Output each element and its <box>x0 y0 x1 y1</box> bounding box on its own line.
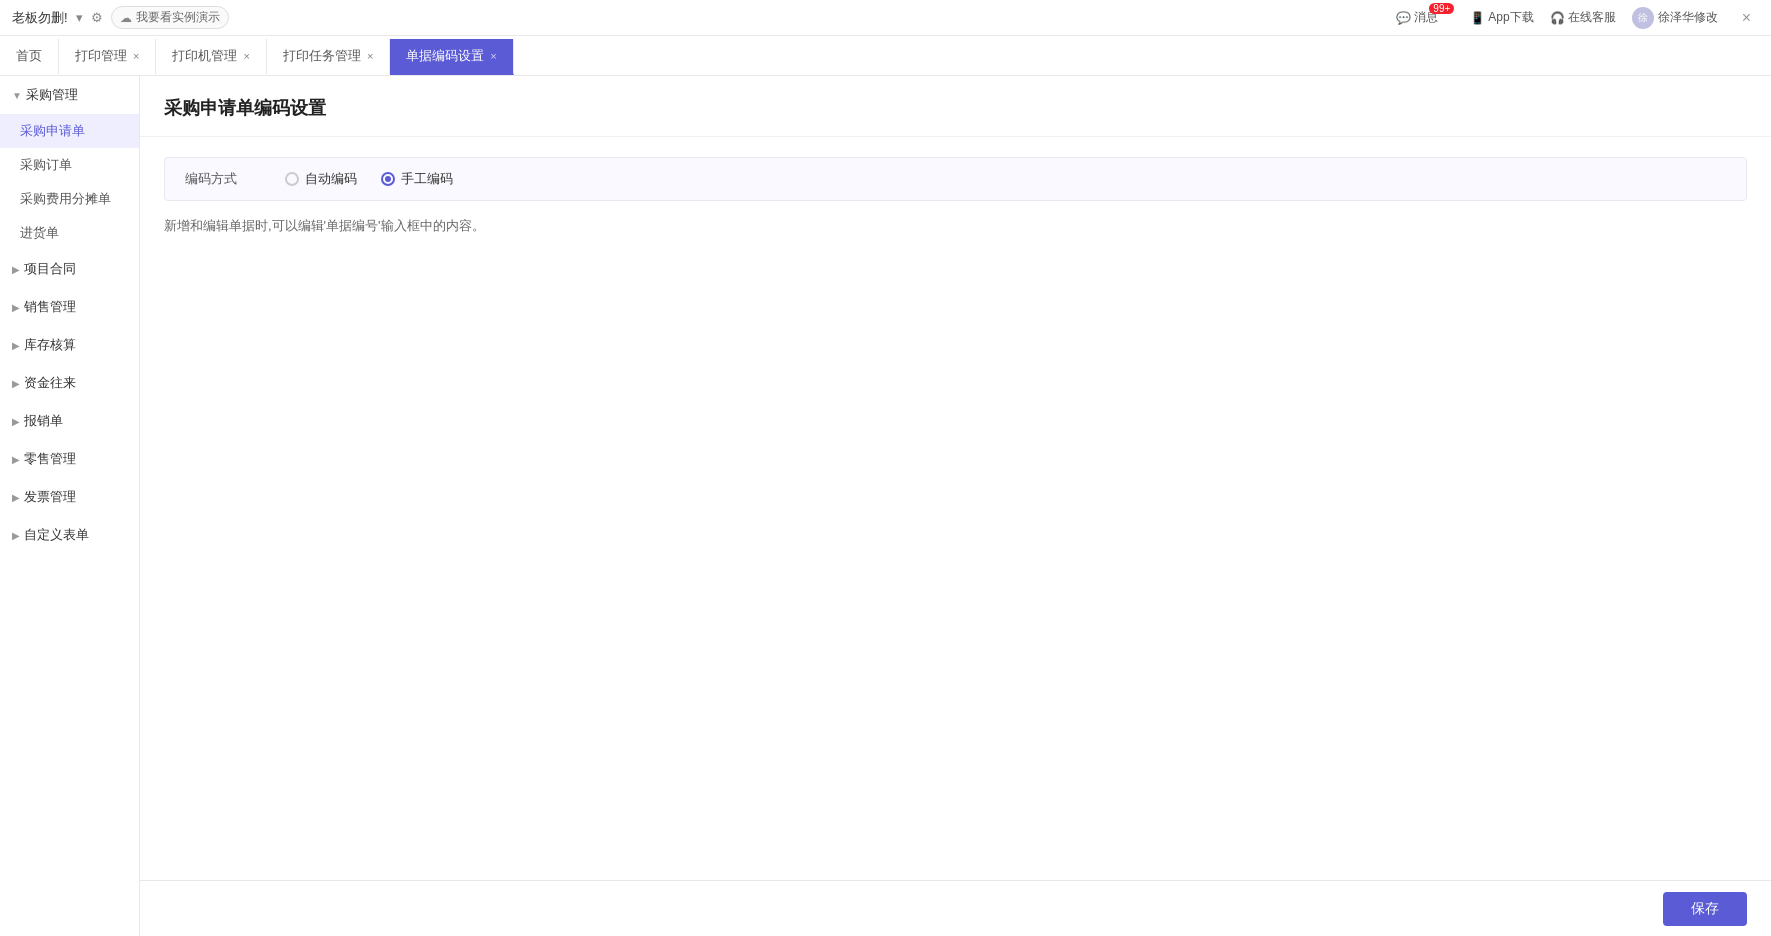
sidebar-group-invoice-mgmt: 发票管理 <box>0 478 139 516</box>
sidebar-group-title-inventory-calc[interactable]: 库存核算 <box>0 326 139 364</box>
tab-print-task-mgmt-label: 打印任务管理 <box>283 47 361 65</box>
tab-printer-mgmt-close[interactable]: × <box>243 50 249 62</box>
brand-label: 老板勿删! <box>12 9 68 27</box>
sidebar-group-title-custom-forms[interactable]: 自定义表单 <box>0 516 139 554</box>
invoice-mgmt-arrow <box>12 492 20 503</box>
sales-mgmt-label: 销售管理 <box>24 298 76 316</box>
project-contract-label: 项目合同 <box>24 260 76 278</box>
sidebar-group-inventory-calc: 库存核算 <box>0 326 139 364</box>
online-service-button[interactable]: 在线客服 <box>1550 9 1616 26</box>
retail-mgmt-label: 零售管理 <box>24 450 76 468</box>
message-badge: 99+ <box>1429 3 1454 14</box>
page-title: 采购申请单编码设置 <box>164 96 1747 120</box>
window-close-button[interactable]: × <box>1734 5 1759 31</box>
sidebar-group-sales-mgmt: 销售管理 <box>0 288 139 326</box>
sidebar-group-returns: 报销单 <box>0 402 139 440</box>
user-profile[interactable]: 徐 徐泽华修改 <box>1632 7 1718 29</box>
sidebar-group-title-project-contract[interactable]: 项目合同 <box>0 250 139 288</box>
main-layout: 采购管理 采购申请单 采购订单 采购费用分摊单 进货单 项目合同 销售管理 <box>0 76 1771 936</box>
sidebar-item-purchase-order[interactable]: 采购订单 <box>0 148 139 182</box>
sidebar-group-title-invoice-mgmt[interactable]: 发票管理 <box>0 478 139 516</box>
user-name: 徐泽华修改 <box>1658 9 1718 26</box>
sidebar-group-title-purchase-mgmt[interactable]: 采购管理 <box>0 76 139 114</box>
sidebar-group-title-retail-mgmt[interactable]: 零售管理 <box>0 440 139 478</box>
sidebar-group-purchase-mgmt: 采购管理 采购申请单 采购订单 采购费用分摊单 进货单 <box>0 76 139 250</box>
tab-print-task-mgmt[interactable]: 打印任务管理 × <box>267 39 390 75</box>
app-download-label: App下载 <box>1488 9 1533 26</box>
tab-doc-code-settings-close[interactable]: × <box>490 50 496 62</box>
purchase-mgmt-label: 采购管理 <box>26 86 78 104</box>
app-download-button[interactable]: App下载 <box>1470 9 1533 26</box>
sidebar-group-title-returns[interactable]: 报销单 <box>0 402 139 440</box>
radio-manual-encoding[interactable]: 手工编码 <box>381 170 453 188</box>
invoice-mgmt-label: 发票管理 <box>24 488 76 506</box>
top-bar: 老板勿删! 我要看实例演示 消息 99+ App下载 在线客服 徐 徐泽华修改 … <box>0 0 1771 36</box>
sidebar-item-stock-in[interactable]: 进货单 <box>0 216 139 250</box>
tab-print-task-mgmt-close[interactable]: × <box>367 50 373 62</box>
save-button[interactable]: 保存 <box>1663 892 1747 926</box>
tab-print-mgmt[interactable]: 打印管理 × <box>59 39 156 75</box>
radio-auto-encoding[interactable]: 自动编码 <box>285 170 357 188</box>
radio-group: 自动编码 手工编码 <box>285 170 453 188</box>
tab-home[interactable]: 首页 <box>0 39 59 75</box>
returns-arrow <box>12 416 20 427</box>
sidebar-group-project-contract: 项目合同 <box>0 250 139 288</box>
inventory-calc-label: 库存核算 <box>24 336 76 354</box>
avatar: 徐 <box>1632 7 1654 29</box>
encoding-section: 编码方式 自动编码 手工编码 <box>164 157 1747 201</box>
tab-doc-code-settings[interactable]: 单据编码设置 × <box>390 39 513 75</box>
tab-printer-mgmt-label: 打印机管理 <box>172 47 237 65</box>
tab-doc-code-settings-label: 单据编码设置 <box>406 47 484 65</box>
encoding-label: 编码方式 <box>185 170 245 188</box>
inventory-calc-arrow <box>12 340 20 351</box>
tab-print-mgmt-close[interactable]: × <box>133 50 139 62</box>
radio-auto-circle <box>285 172 299 186</box>
retail-mgmt-arrow <box>12 454 20 465</box>
custom-forms-arrow <box>12 530 20 541</box>
capital-flow-label: 资金往来 <box>24 374 76 392</box>
purchase-mgmt-items: 采购申请单 采购订单 采购费用分摊单 进货单 <box>0 114 139 250</box>
sidebar-group-custom-forms: 自定义表单 <box>0 516 139 554</box>
sidebar-group-title-capital-flow[interactable]: 资金往来 <box>0 364 139 402</box>
custom-forms-label: 自定义表单 <box>24 526 89 544</box>
radio-manual-circle <box>381 172 395 186</box>
project-contract-arrow <box>12 264 20 275</box>
content-body: 编码方式 自动编码 手工编码 新增和编辑单据时,可以编辑'单据编号'输入框中的内… <box>140 137 1771 936</box>
message-button[interactable]: 消息 99+ <box>1396 9 1438 26</box>
radio-auto-label: 自动编码 <box>305 170 357 188</box>
tab-bar: 首页 打印管理 × 打印机管理 × 打印任务管理 × 单据编码设置 × <box>0 36 1771 76</box>
sidebar-group-title-sales-mgmt[interactable]: 销售管理 <box>0 288 139 326</box>
sidebar-group-retail-mgmt: 零售管理 <box>0 440 139 478</box>
sales-mgmt-arrow <box>12 302 20 313</box>
content-footer: 保存 <box>140 880 1771 936</box>
demo-label: 我要看实例演示 <box>136 9 220 26</box>
purchase-mgmt-arrow <box>12 90 22 101</box>
tab-print-mgmt-label: 打印管理 <box>75 47 127 65</box>
sidebar: 采购管理 采购申请单 采购订单 采购费用分摊单 进货单 项目合同 销售管理 <box>0 76 140 936</box>
demo-button[interactable]: 我要看实例演示 <box>111 6 229 29</box>
description-text: 新增和编辑单据时,可以编辑'单据编号'输入框中的内容。 <box>164 217 1747 235</box>
cloud-icon <box>120 11 132 25</box>
headset-icon <box>1550 11 1565 25</box>
online-service-label: 在线客服 <box>1568 9 1616 26</box>
sidebar-item-purchase-request[interactable]: 采购申请单 <box>0 114 139 148</box>
capital-flow-arrow <box>12 378 20 389</box>
radio-manual-label: 手工编码 <box>401 170 453 188</box>
returns-label: 报销单 <box>24 412 63 430</box>
tab-home-label: 首页 <box>16 47 42 65</box>
down-icon[interactable] <box>76 10 83 25</box>
top-bar-right: 消息 99+ App下载 在线客服 徐 徐泽华修改 <box>1396 7 1717 29</box>
sidebar-item-purchase-expense[interactable]: 采购费用分摊单 <box>0 182 139 216</box>
sidebar-group-capital-flow: 资金往来 <box>0 364 139 402</box>
app-icon <box>1470 11 1485 25</box>
content-area: 采购申请单编码设置 编码方式 自动编码 手工编码 新增和 <box>140 76 1771 936</box>
tab-printer-mgmt[interactable]: 打印机管理 × <box>156 39 266 75</box>
content-header: 采购申请单编码设置 <box>140 76 1771 137</box>
msg-icon <box>1396 11 1411 25</box>
top-bar-left: 老板勿删! 我要看实例演示 <box>12 6 1380 29</box>
gear-icon[interactable] <box>91 10 103 25</box>
